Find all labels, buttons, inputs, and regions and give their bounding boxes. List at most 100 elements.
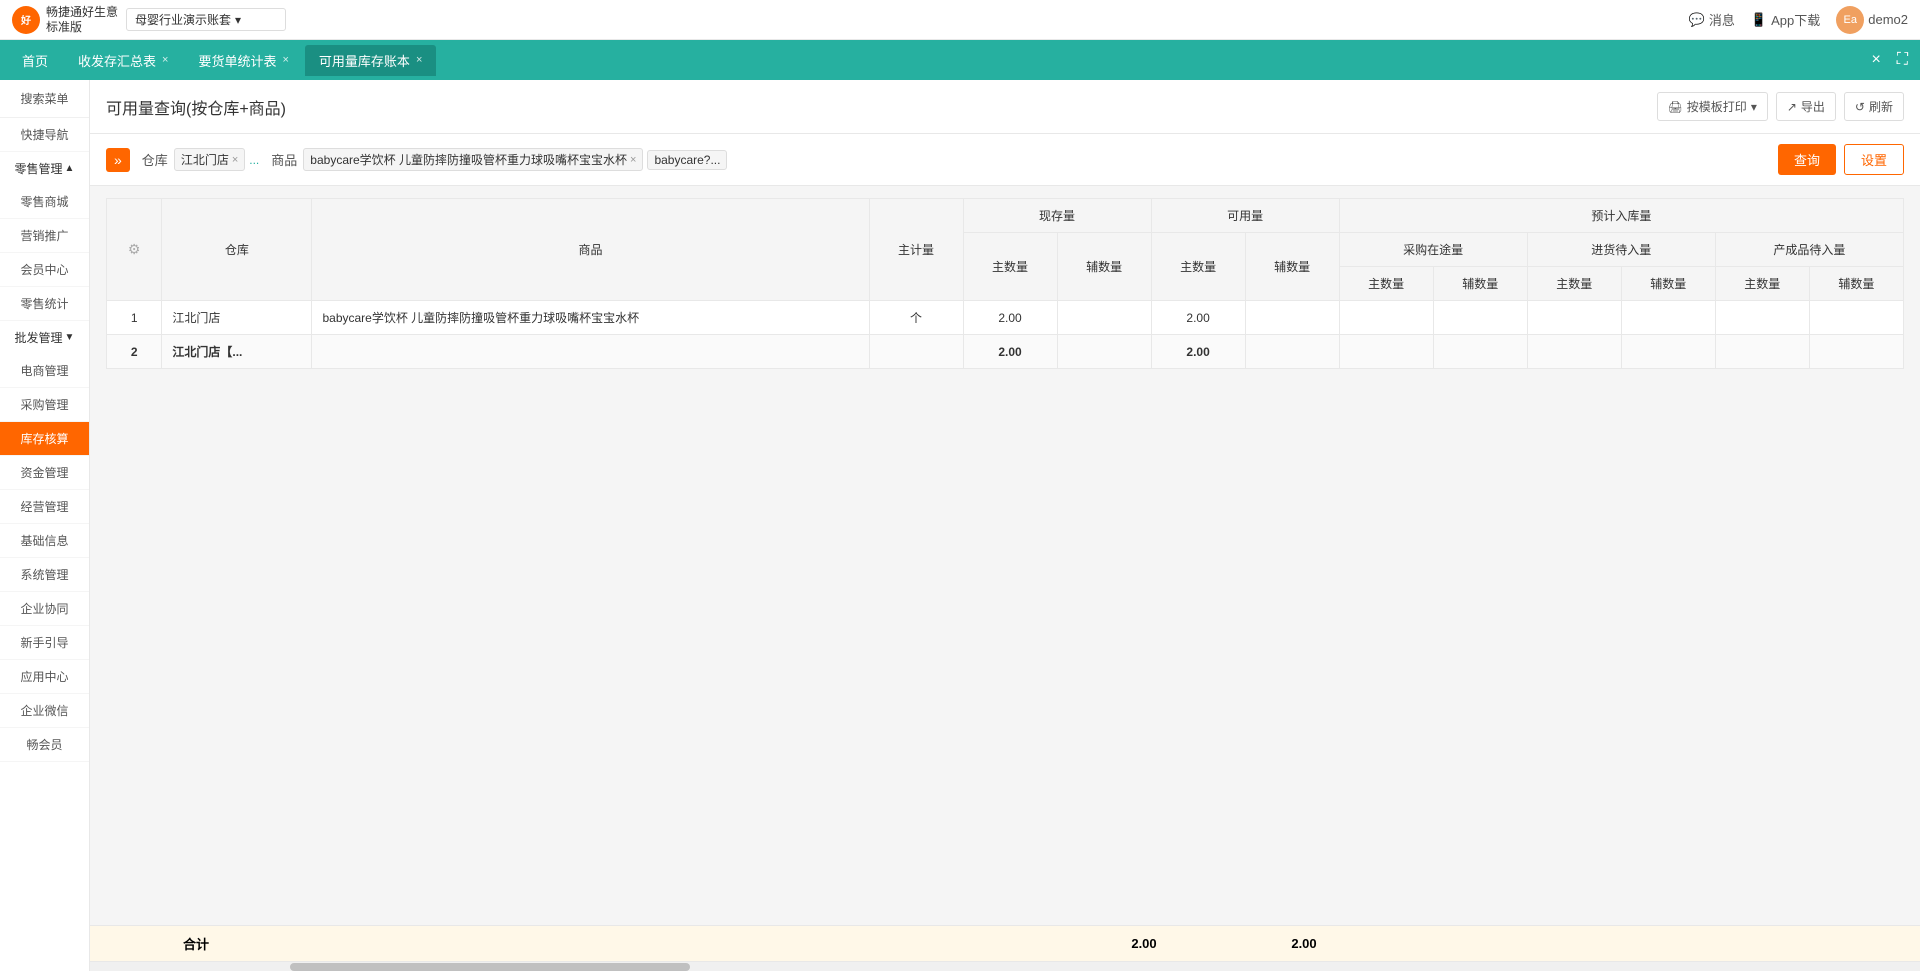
sidebar-item-chang-member[interactable]: 畅会员 <box>0 728 89 762</box>
footer-label: 合计 <box>146 934 246 953</box>
sidebar-item-wholesale-mgmt[interactable]: 批发管理 ▼ <box>0 321 89 354</box>
product-filter-tags: babycare学饮杯 儿童防摔防撞吸管杯重力球吸嘴杯宝宝水杯 × babyca… <box>303 148 727 171</box>
export-icon: ↗ <box>1787 100 1797 114</box>
th-current-main: 主数量 <box>963 233 1057 301</box>
cell-current-sub <box>1057 301 1151 335</box>
th-purchase-transit: 采购在途量 <box>1339 233 1527 267</box>
nav-tabs: 首页 收发存汇总表 × 要货单统计表 × 可用量库存账本 × × ⛶ <box>0 40 1920 80</box>
user-menu[interactable]: Ea demo2 <box>1836 6 1908 34</box>
th-available: 可用量 <box>1151 199 1339 233</box>
settings-icon: ⚙ <box>128 241 141 257</box>
top-bar: 好 畅捷通好生意 标准版 母婴行业演示账套 ▾ 💬 消息 📱 App下载 Ea … <box>0 0 1920 40</box>
sidebar-item-system[interactable]: 系统管理 <box>0 558 89 592</box>
cell-row-num: 1 <box>107 301 162 335</box>
warehouse-filter-tags: 江北门店 × ... <box>174 148 259 171</box>
cell-warehouse-2: 江北门店【... <box>162 335 312 369</box>
sidebar-item-purchase[interactable]: 采购管理 <box>0 388 89 422</box>
sidebar-item-retail-mgmt[interactable]: 零售管理 ▲ <box>0 152 89 185</box>
avatar: Ea <box>1836 6 1864 34</box>
cell-available-sub-2 <box>1245 335 1339 369</box>
top-bar-right: 💬 消息 📱 App下载 Ea demo2 <box>1689 6 1908 34</box>
table-row-subtotal: 2 江北门店【... 2.00 2.00 <box>107 335 1904 369</box>
cell-available-sub <box>1245 301 1339 335</box>
refresh-button[interactable]: ↺ 刷新 <box>1844 92 1904 121</box>
tab-keyongliang[interactable]: 可用量库存账本 × <box>305 45 436 76</box>
app-download-button[interactable]: 📱 App下载 <box>1751 10 1820 29</box>
expand-icon[interactable]: ⛶ <box>1893 47 1912 73</box>
filter-expand-button[interactable]: » <box>106 148 130 172</box>
warehouse-tag[interactable]: 江北门店 × <box>174 148 245 171</box>
tag-close-icon[interactable]: × <box>232 154 238 166</box>
sidebar-item-app-center[interactable]: 应用中心 <box>0 660 89 694</box>
template-selector[interactable]: 母婴行业演示账套 ▾ <box>126 8 286 31</box>
sidebar-item-marketing[interactable]: 营销推广 <box>0 219 89 253</box>
sidebar-item-newbie-guide[interactable]: 新手引导 <box>0 626 89 660</box>
cell-current-main-2: 2.00 <box>963 335 1057 369</box>
table-scroll-thumb[interactable] <box>290 963 690 971</box>
th-production-pending: 产成品待入量 <box>1715 233 1903 267</box>
sidebar-item-ecommerce[interactable]: 电商管理 <box>0 354 89 388</box>
cell-product-2 <box>312 335 869 369</box>
filter-product-group: 商品 babycare学饮杯 儿童防摔防撞吸管杯重力球吸嘴杯宝宝水杯 × bab… <box>271 148 727 171</box>
chevron-down-icon: ▼ <box>65 332 75 343</box>
th-settings[interactable]: ⚙ <box>107 199 162 301</box>
close-all-tabs-button[interactable]: × <box>1867 47 1884 73</box>
logo-text: 畅捷通好生意 标准版 <box>46 5 118 34</box>
th-current-stock: 现存量 <box>963 199 1151 233</box>
sidebar-item-retail-stats[interactable]: 零售统计 <box>0 287 89 321</box>
footer-available-main-total: 2.00 <box>1264 936 1344 951</box>
th-production-main: 主数量 <box>1715 267 1809 301</box>
export-button[interactable]: ↗ 导出 <box>1776 92 1836 121</box>
sidebar: 搜索菜单 快捷导航 零售管理 ▲ 零售商城 营销推广 会员中心 零售统计 批发管… <box>0 80 90 971</box>
query-button[interactable]: 查询 <box>1778 144 1836 175</box>
sidebar-item-basic-info[interactable]: 基础信息 <box>0 524 89 558</box>
sidebar-search[interactable]: 搜索菜单 <box>0 80 89 118</box>
tab-shoufacun[interactable]: 收发存汇总表 × <box>64 45 182 76</box>
cell-current-main: 2.00 <box>963 301 1057 335</box>
cell-purchase-transit-sub <box>1433 301 1527 335</box>
sidebar-item-inventory[interactable]: 库存核算 <box>0 422 89 456</box>
data-table: ⚙ 仓库 商品 主计量 现存量 可用量 预计入库量 主数量 辅数量 主数量 辅数… <box>106 198 1904 369</box>
cell-available-main: 2.00 <box>1151 301 1245 335</box>
tab-yaohuo[interactable]: 要货单统计表 × <box>184 45 302 76</box>
cell-unit: 个 <box>869 301 963 335</box>
cell-purchase-transit-sub-2 <box>1433 335 1527 369</box>
message-icon: 💬 <box>1689 12 1705 28</box>
page-title: 可用量查询(按仓库+商品) <box>106 95 286 119</box>
tag-close-icon[interactable]: × <box>630 154 636 166</box>
sidebar-item-enterprise-wechat[interactable]: 企业微信 <box>0 694 89 728</box>
sidebar-item-finance[interactable]: 资金管理 <box>0 456 89 490</box>
cell-warehouse: 江北门店 <box>162 301 312 335</box>
sidebar-item-quick-nav[interactable]: 快捷导航 <box>0 118 89 152</box>
tab-close-icon[interactable]: × <box>162 54 168 66</box>
settings-button[interactable]: 设置 <box>1844 144 1904 175</box>
page-header: 可用量查询(按仓库+商品) 🖨 按模板打印 ▾ ↗ 导出 ↺ 刷新 <box>90 80 1920 134</box>
download-icon: 📱 <box>1751 12 1767 28</box>
footer-current-main-total: 2.00 <box>1104 936 1184 951</box>
sidebar-search-label[interactable]: 搜索菜单 <box>8 90 81 107</box>
refresh-icon: ↺ <box>1855 100 1865 114</box>
top-bar-left: 好 畅捷通好生意 标准版 母婴行业演示账套 ▾ <box>12 5 286 34</box>
table-scroll-bar[interactable] <box>90 961 1920 971</box>
sidebar-item-operations[interactable]: 经营管理 <box>0 490 89 524</box>
cell-production-sub <box>1809 301 1903 335</box>
th-available-main: 主数量 <box>1151 233 1245 301</box>
warehouse-more-button[interactable]: ... <box>249 153 259 167</box>
tab-home[interactable]: 首页 <box>8 45 62 76</box>
chevron-down-icon: ▾ <box>235 13 241 27</box>
chevron-down-icon: ▾ <box>1751 100 1757 114</box>
table-row: 1 江北门店 babycare学饮杯 儿童防摔防撞吸管杯重力球吸嘴杯宝宝水杯 个… <box>107 301 1904 335</box>
product-tag-1[interactable]: babycare学饮杯 儿童防摔防撞吸管杯重力球吸嘴杯宝宝水杯 × <box>303 148 643 171</box>
print-button[interactable]: 🖨 按模板打印 ▾ <box>1657 92 1768 121</box>
tab-close-icon[interactable]: × <box>416 54 422 66</box>
sidebar-item-member-center[interactable]: 会员中心 <box>0 253 89 287</box>
message-button[interactable]: 💬 消息 <box>1689 10 1735 29</box>
cell-unit-2 <box>869 335 963 369</box>
filter-bar: » 仓库 江北门店 × ... 商品 babycare学饮杯 儿童防摔防撞吸管杯… <box>90 134 1920 186</box>
sidebar-item-retail-mall[interactable]: 零售商城 <box>0 185 89 219</box>
cell-product: babycare学饮杯 儿童防摔防撞吸管杯重力球吸嘴杯宝宝水杯 <box>312 301 869 335</box>
filter-warehouse-group: 仓库 江北门店 × ... <box>142 148 259 171</box>
tab-close-icon[interactable]: × <box>282 54 288 66</box>
product-tag-2[interactable]: babycare?... <box>647 150 727 170</box>
sidebar-item-enterprise-collab[interactable]: 企业协同 <box>0 592 89 626</box>
